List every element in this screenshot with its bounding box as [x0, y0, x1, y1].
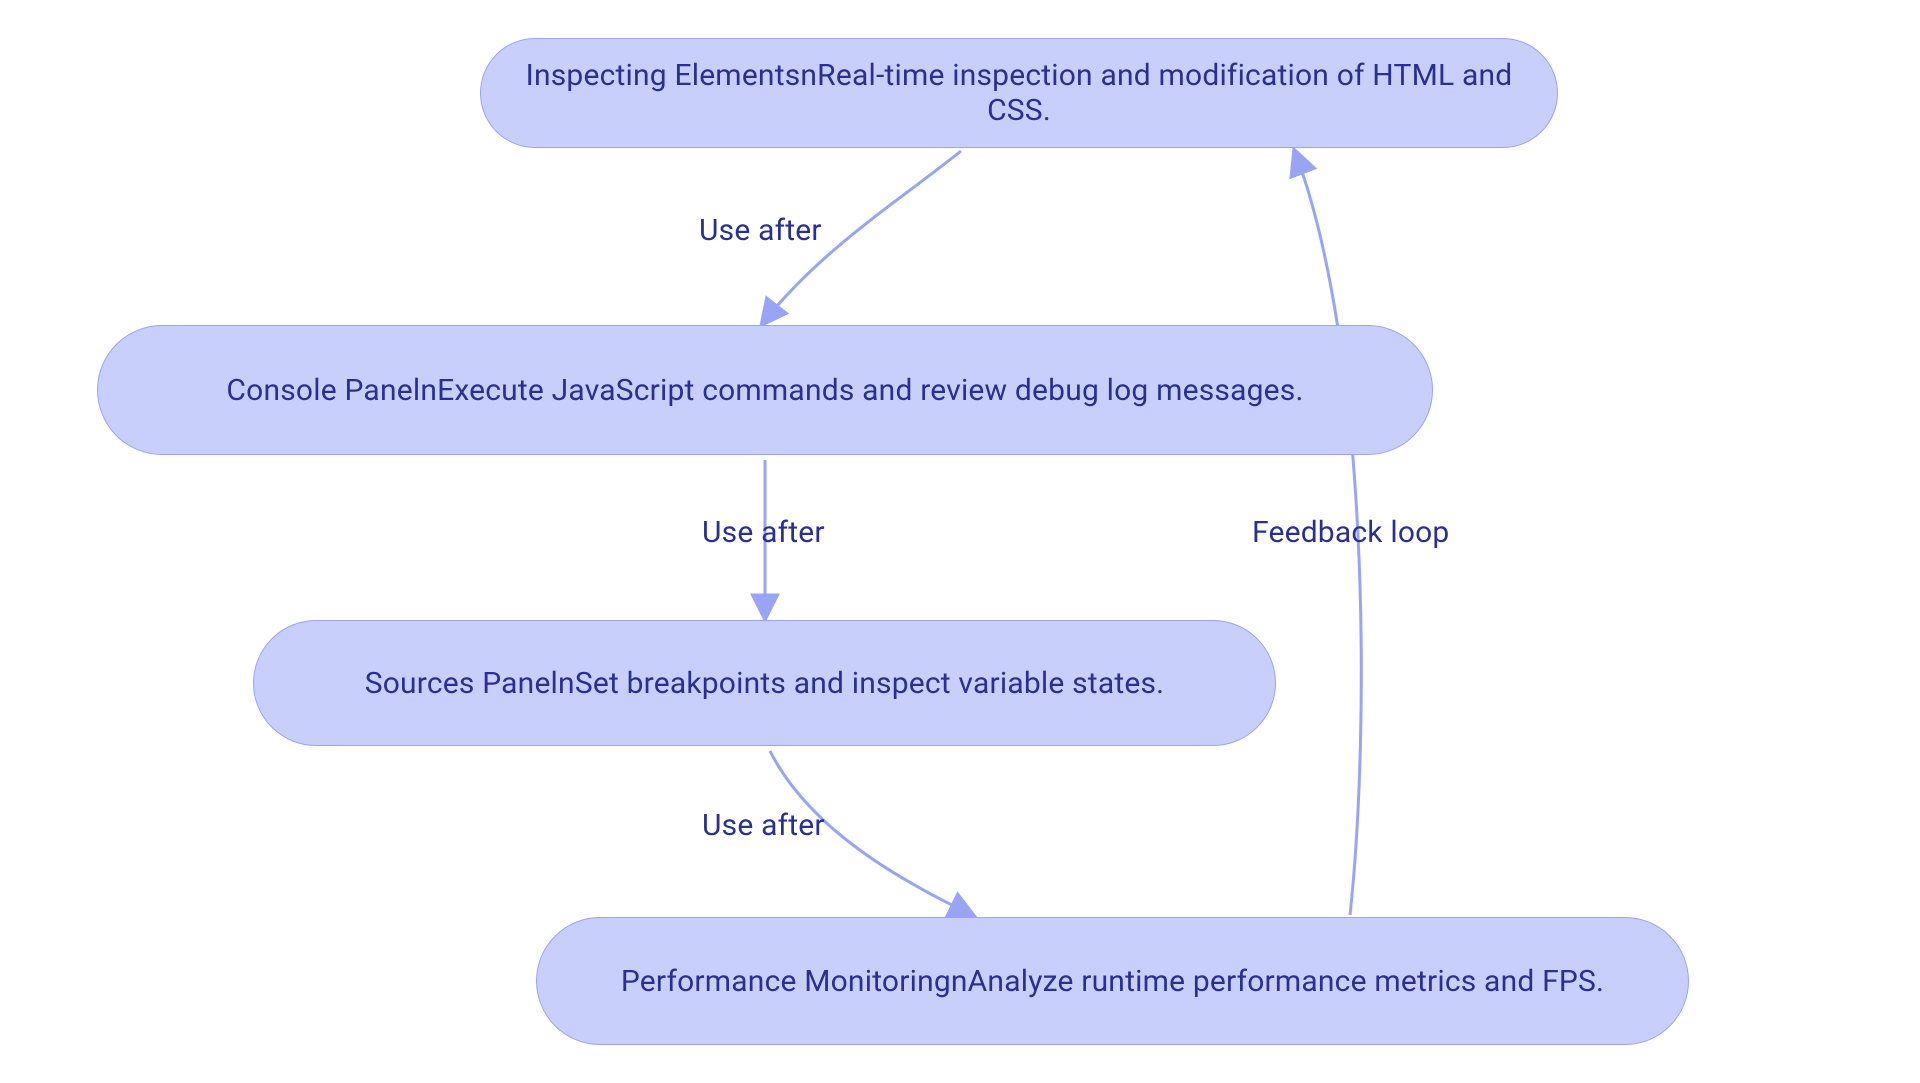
node-label: Performance MonitoringnAnalyze runtime p… [621, 964, 1604, 999]
node-label: Inspecting ElementsnReal-time inspection… [517, 58, 1521, 128]
node-sources-panel: Sources PanelnSet breakpoints and inspec… [253, 620, 1276, 746]
edge-label-use-after-3: Use after [702, 808, 825, 843]
node-inspecting-elements: Inspecting ElementsnReal-time inspection… [480, 38, 1558, 148]
edge-label-use-after-2: Use after [702, 515, 825, 550]
edge-label-feedback-loop: Feedback loop [1252, 515, 1449, 550]
node-label: Sources PanelnSet breakpoints and inspec… [365, 666, 1165, 701]
flowchart-canvas: Inspecting ElementsnReal-time inspection… [0, 0, 1920, 1083]
node-console-panel: Console PanelnExecute JavaScript command… [97, 325, 1433, 455]
edge-label-use-after-1: Use after [699, 213, 822, 248]
node-label: Console PanelnExecute JavaScript command… [226, 373, 1303, 408]
node-performance-monitoring: Performance MonitoringnAnalyze runtime p… [536, 917, 1689, 1045]
